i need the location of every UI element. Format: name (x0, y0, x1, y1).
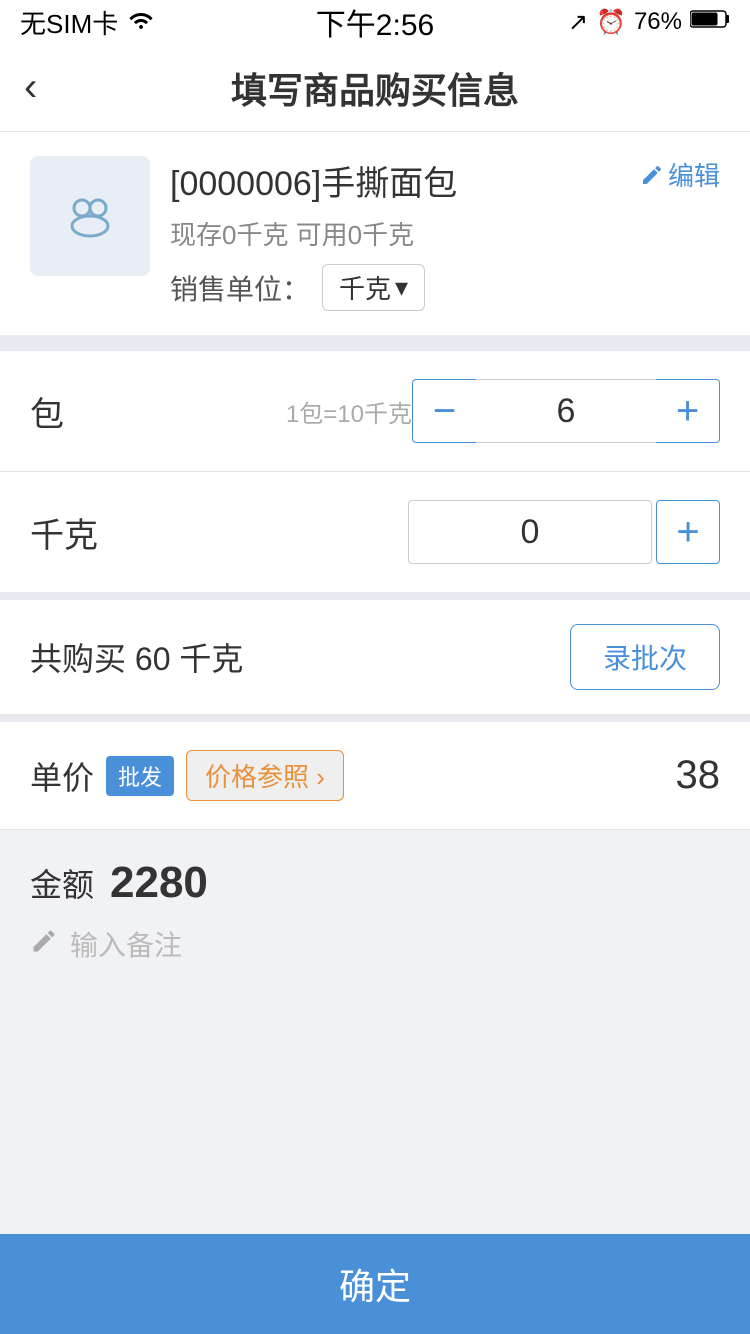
batch-button[interactable]: 录批次 (570, 624, 720, 690)
kg-label: 千克 (30, 508, 408, 557)
amount-row: 金额 2280 (30, 858, 720, 908)
status-bar-right: ↗ ⏰ 76% (568, 8, 730, 37)
product-stock: 现存0千克 可用0千克 (170, 215, 720, 252)
price-section: 单价 批发 价格参照 › 38 (0, 714, 750, 830)
price-ref-button[interactable]: 价格参照 › (186, 750, 344, 801)
product-unit-row: 销售单位： 千克 ▾ (170, 264, 720, 311)
price-value: 38 (676, 753, 721, 798)
wifi-icon (126, 7, 156, 38)
price-row: 单价 批发 价格参照 › 38 (30, 750, 720, 801)
alarm-icon: ⏰ (596, 8, 626, 37)
kg-quantity-control: + (408, 500, 720, 564)
product-name: [0000006]手撕面包 (170, 156, 457, 205)
nav-bar: ‹ 填写商品购买信息 (0, 44, 750, 132)
bao-label: 包 (30, 387, 274, 436)
kg-plus-button[interactable]: + (656, 500, 720, 564)
bao-plus-button[interactable]: + (656, 379, 720, 443)
unit-label: 销售单位： (170, 268, 310, 308)
amount-label: 金额 (30, 860, 94, 906)
bao-input[interactable] (476, 379, 656, 443)
amount-value: 2280 (110, 858, 208, 908)
unit-select[interactable]: 千克 ▾ (322, 264, 425, 311)
product-card: [0000006]手撕面包 编辑 现存0千克 可用0千克 销售单位： 千克 ▾ (0, 132, 750, 343)
location-icon: ↗ (568, 8, 588, 37)
input-section: 包 1包=10千克 − + 千克 + (0, 351, 750, 592)
page-title: 填写商品购买信息 (231, 62, 519, 114)
amount-section: 金额 2280 输入备注 (0, 830, 750, 984)
price-label: 单价 (30, 753, 94, 799)
summary-text: 共购买 60 千克 (30, 634, 243, 680)
price-tag: 批发 (106, 756, 174, 796)
status-bar: 无SIM卡 下午2:56 ↗ ⏰ 76% (0, 0, 750, 44)
bao-input-row: 包 1包=10千克 − + (0, 351, 750, 472)
summary-row: 共购买 60 千克 录批次 (0, 592, 750, 714)
bao-minus-button[interactable]: − (412, 379, 476, 443)
status-bar-left: 无SIM卡 (20, 4, 156, 41)
remark-placeholder: 输入备注 (70, 924, 182, 964)
kg-input[interactable] (408, 500, 652, 564)
confirm-text: 确定 (339, 1258, 411, 1310)
price-left: 单价 批发 价格参照 › (30, 750, 344, 801)
product-image (30, 156, 150, 276)
product-info: [0000006]手撕面包 编辑 现存0千克 可用0千克 销售单位： 千克 ▾ (170, 156, 720, 311)
status-bar-time: 下午2:56 (316, 0, 434, 44)
section-sep-1 (0, 343, 750, 351)
battery-label: 76% (634, 8, 682, 36)
confirm-bar[interactable]: 确定 (0, 1234, 750, 1334)
unit-value: 千克 (339, 269, 391, 306)
kg-input-row: 千克 + (0, 472, 750, 592)
battery-icon (690, 8, 730, 36)
remark-row[interactable]: 输入备注 (30, 924, 720, 964)
bao-quantity-control: − + (412, 379, 720, 443)
chevron-down-icon: ▾ (395, 272, 408, 303)
edit-button[interactable]: 编辑 (640, 156, 720, 193)
back-button[interactable]: ‹ (24, 65, 37, 110)
carrier-label: 无SIM卡 (20, 4, 118, 41)
bao-hint: 1包=10千克 (286, 394, 412, 429)
pencil-icon (30, 927, 58, 962)
